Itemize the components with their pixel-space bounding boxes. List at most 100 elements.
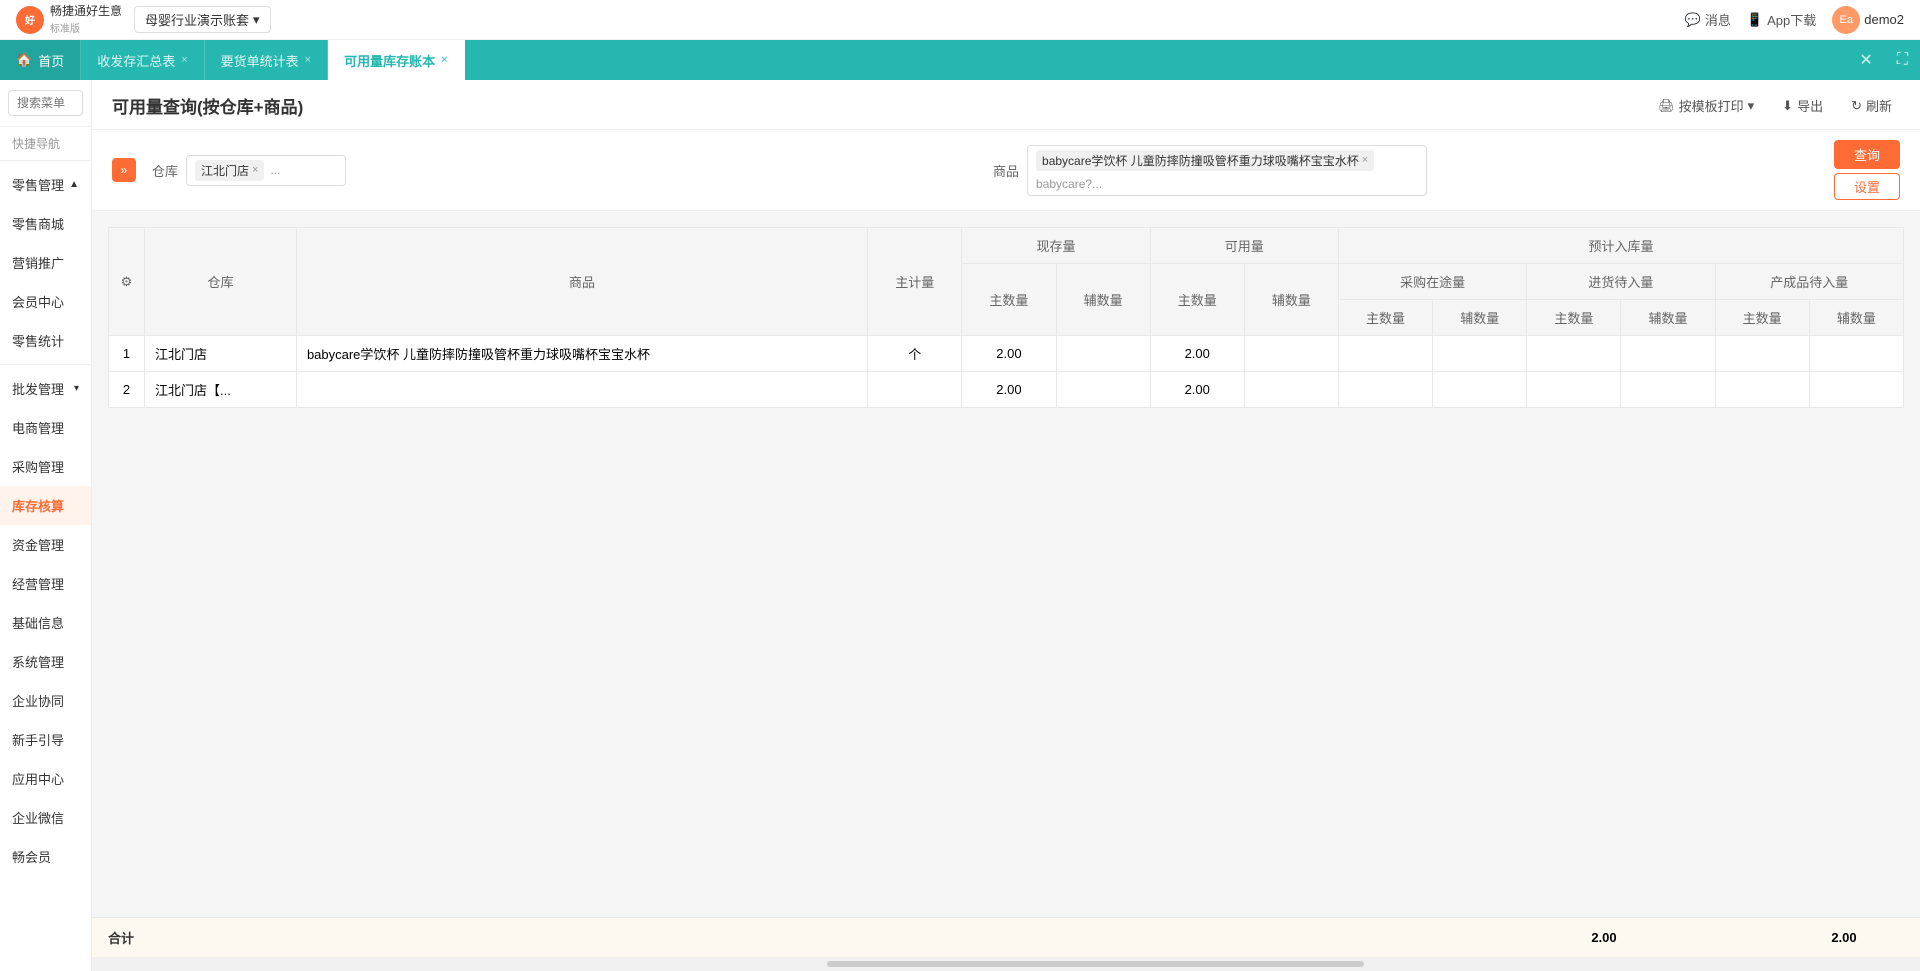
logo-sub: 标准版 xyxy=(50,20,122,35)
tab-receive-summary-label: 收发存汇总表 xyxy=(97,51,175,70)
th-purchase-transit: 采购在途量 xyxy=(1338,264,1526,300)
sidebar-zero-sales-arrow: ▲ xyxy=(69,179,79,190)
export-icon: ⬇ xyxy=(1782,98,1793,114)
warehouse-filter-label: 仓库 xyxy=(152,161,178,180)
cell-current-main: 2.00 xyxy=(962,372,1056,408)
sidebar-inventory-label: 库存核算 xyxy=(12,496,64,515)
sidebar-item-finance[interactable]: 资金管理 xyxy=(0,525,91,564)
cell-available-aux xyxy=(1244,336,1338,372)
warehouse-more-dots: ... xyxy=(270,163,280,177)
cell-product xyxy=(296,372,867,408)
th-product: 商品 xyxy=(296,228,867,336)
sidebar-item-base-info[interactable]: 基础信息 xyxy=(0,603,91,642)
sidebar-item-enterprise-wechat[interactable]: 企业微信 xyxy=(0,798,91,837)
product-tag-1: babycare学饮杯 儿童防摔防撞吸管杯重力球吸嘴杯宝宝水杯 × xyxy=(1036,150,1374,171)
nav-maximize-button[interactable]: ⛶ xyxy=(1885,40,1920,80)
th-settings[interactable]: ⚙ xyxy=(109,228,145,336)
main-layout: 快捷导航 零售管理 ▲ 零售商城 营销推广 会员中心 零售统计 批发管理 ▾ 电… xyxy=(0,80,1920,971)
user-profile[interactable]: Ea demo2 xyxy=(1832,6,1904,34)
horizontal-scrollbar[interactable] xyxy=(92,957,1920,971)
sidebar-item-zero-stats[interactable]: 零售统计 xyxy=(0,321,91,360)
tab-available-stock-label: 可用量库存账本 xyxy=(344,51,435,70)
sidebar-item-operations[interactable]: 经营管理 xyxy=(0,564,91,603)
th-incoming: 进货待入量 xyxy=(1527,264,1715,300)
avatar: Ea xyxy=(1832,6,1860,34)
sidebar-item-vip[interactable]: 畅会员 xyxy=(0,837,91,876)
sidebar-base-info-label: 基础信息 xyxy=(12,613,64,632)
tab-order-stats-close[interactable]: × xyxy=(305,54,311,66)
tab-available-stock[interactable]: 可用量库存账本 × xyxy=(328,40,464,80)
th-current-stock: 现存量 xyxy=(962,228,1150,264)
print-template-button[interactable]: 🖨 按模板打印 ▾ xyxy=(1650,92,1762,119)
cell-production-main xyxy=(1715,372,1809,408)
page-header: 可用量查询(按仓库+商品) 🖨 按模板打印 ▾ ⬇ 导出 ↻ 刷新 xyxy=(92,80,1920,130)
th-forecast: 预计入库量 xyxy=(1338,228,1903,264)
app-download-button[interactable]: 📱 App下载 xyxy=(1747,10,1816,29)
filter-expand-button[interactable]: » xyxy=(112,158,136,182)
tab-home-label: 首页 xyxy=(38,51,64,70)
refresh-label: 刷新 xyxy=(1866,96,1892,115)
page-actions: 🖨 按模板打印 ▾ ⬇ 导出 ↻ 刷新 xyxy=(1650,92,1900,119)
cell-purchase-transit-main xyxy=(1338,372,1432,408)
cell-available-main: 2.00 xyxy=(1150,336,1244,372)
logo-text: 畅捷通好生意 xyxy=(50,4,122,20)
tab-order-stats[interactable]: 要货单统计表 × xyxy=(205,40,328,80)
industry-label: 母婴行业演示账套 xyxy=(145,10,249,29)
summary-current-main: 2.00 xyxy=(1544,930,1664,945)
refresh-button[interactable]: ↻ 刷新 xyxy=(1843,92,1900,119)
cell-current-aux xyxy=(1056,372,1150,408)
tab-available-stock-close[interactable]: × xyxy=(441,54,447,66)
filter-actions: 查询 设置 xyxy=(1834,140,1900,200)
refresh-icon: ↻ xyxy=(1851,98,1862,114)
cell-incoming-aux xyxy=(1621,336,1715,372)
sidebar-zero-sales-label: 零售管理 xyxy=(12,175,64,194)
th-current-main: 主数量 xyxy=(962,264,1056,336)
sidebar-item-purchase-mgmt[interactable]: 采购管理 xyxy=(0,447,91,486)
warehouse-tag-1-close[interactable]: × xyxy=(252,164,258,176)
message-button[interactable]: 💬 消息 xyxy=(1685,10,1731,29)
tab-home[interactable]: 🏠 首页 xyxy=(0,40,81,80)
sidebar-item-member-center[interactable]: 会员中心 xyxy=(0,282,91,321)
sidebar-item-ecommerce[interactable]: 电商管理 xyxy=(0,408,91,447)
logo-area: 好 畅捷通好生意 标准版 xyxy=(16,4,122,35)
cell-incoming-aux xyxy=(1621,372,1715,408)
sidebar-item-zero-sales-mgmt[interactable]: 零售管理 ▲ xyxy=(0,165,91,204)
search-input[interactable] xyxy=(8,90,83,116)
industry-selector[interactable]: 母婴行业演示账套 ▾ xyxy=(134,6,271,33)
sidebar-item-enterprise[interactable]: 企业协同 xyxy=(0,681,91,720)
tab-order-stats-label: 要货单统计表 xyxy=(221,51,299,70)
settings-button[interactable]: 设置 xyxy=(1834,173,1900,200)
tab-receive-summary[interactable]: 收发存汇总表 × xyxy=(81,40,204,80)
product-tag-input[interactable]: babycare学饮杯 儿童防摔防撞吸管杯重力球吸嘴杯宝宝水杯 × babyca… xyxy=(1027,145,1427,196)
logo-text-area: 畅捷通好生意 标准版 xyxy=(50,4,122,35)
th-available-main: 主数量 xyxy=(1150,264,1244,336)
nav-close-button[interactable]: ✕ xyxy=(1847,40,1884,80)
table-container[interactable]: ⚙ 仓库 商品 主计量 现存量 可用量 预计入库量 主数量 辅数量 主数量 辅数… xyxy=(92,211,1920,917)
tab-receive-summary-close[interactable]: × xyxy=(181,54,187,66)
sidebar-item-wholesale-mgmt[interactable]: 批发管理 ▾ xyxy=(0,369,91,408)
sidebar-item-zero-mall[interactable]: 零售商城 xyxy=(0,204,91,243)
summary-row-footer: 合计 2.00 2.00 xyxy=(92,917,1920,957)
table-row: 1 江北门店 babycare学饮杯 儿童防摔防撞吸管杯重力球吸嘴杯宝宝水杯 个… xyxy=(109,336,1904,372)
product-tag-1-close[interactable]: × xyxy=(1362,154,1368,166)
export-button[interactable]: ⬇ 导出 xyxy=(1774,92,1831,119)
query-button[interactable]: 查询 xyxy=(1834,140,1900,169)
warehouse-tag-input[interactable]: 江北门店 × ... xyxy=(186,155,346,186)
sidebar-item-new-guide[interactable]: 新手引导 xyxy=(0,720,91,759)
sidebar: 快捷导航 零售管理 ▲ 零售商城 营销推广 会员中心 零售统计 批发管理 ▾ 电… xyxy=(0,80,92,971)
sidebar-zero-mall-label: 零售商城 xyxy=(12,214,64,233)
cell-warehouse: 江北门店 xyxy=(145,336,297,372)
message-icon: 💬 xyxy=(1685,12,1701,28)
sidebar-item-marketing[interactable]: 营销推广 xyxy=(0,243,91,282)
top-bar-left: 好 畅捷通好生意 标准版 母婴行业演示账套 ▾ xyxy=(16,4,271,35)
sidebar-item-system[interactable]: 系统管理 xyxy=(0,642,91,681)
th-incoming-main: 主数量 xyxy=(1527,300,1621,336)
scrollbar-thumb xyxy=(827,961,1363,967)
warehouse-tag-1: 江北门店 × xyxy=(195,160,264,181)
th-available: 可用量 xyxy=(1150,228,1338,264)
summary-label: 合计 xyxy=(108,928,188,947)
sidebar-item-app-center[interactable]: 应用中心 xyxy=(0,759,91,798)
nav-tabs: 🏠 首页 收发存汇总表 × 要货单统计表 × 可用量库存账本 × ✕ ⛶ xyxy=(0,40,1920,80)
cell-warehouse: 江北门店【... xyxy=(145,372,297,408)
sidebar-item-inventory[interactable]: 库存核算 xyxy=(0,486,91,525)
